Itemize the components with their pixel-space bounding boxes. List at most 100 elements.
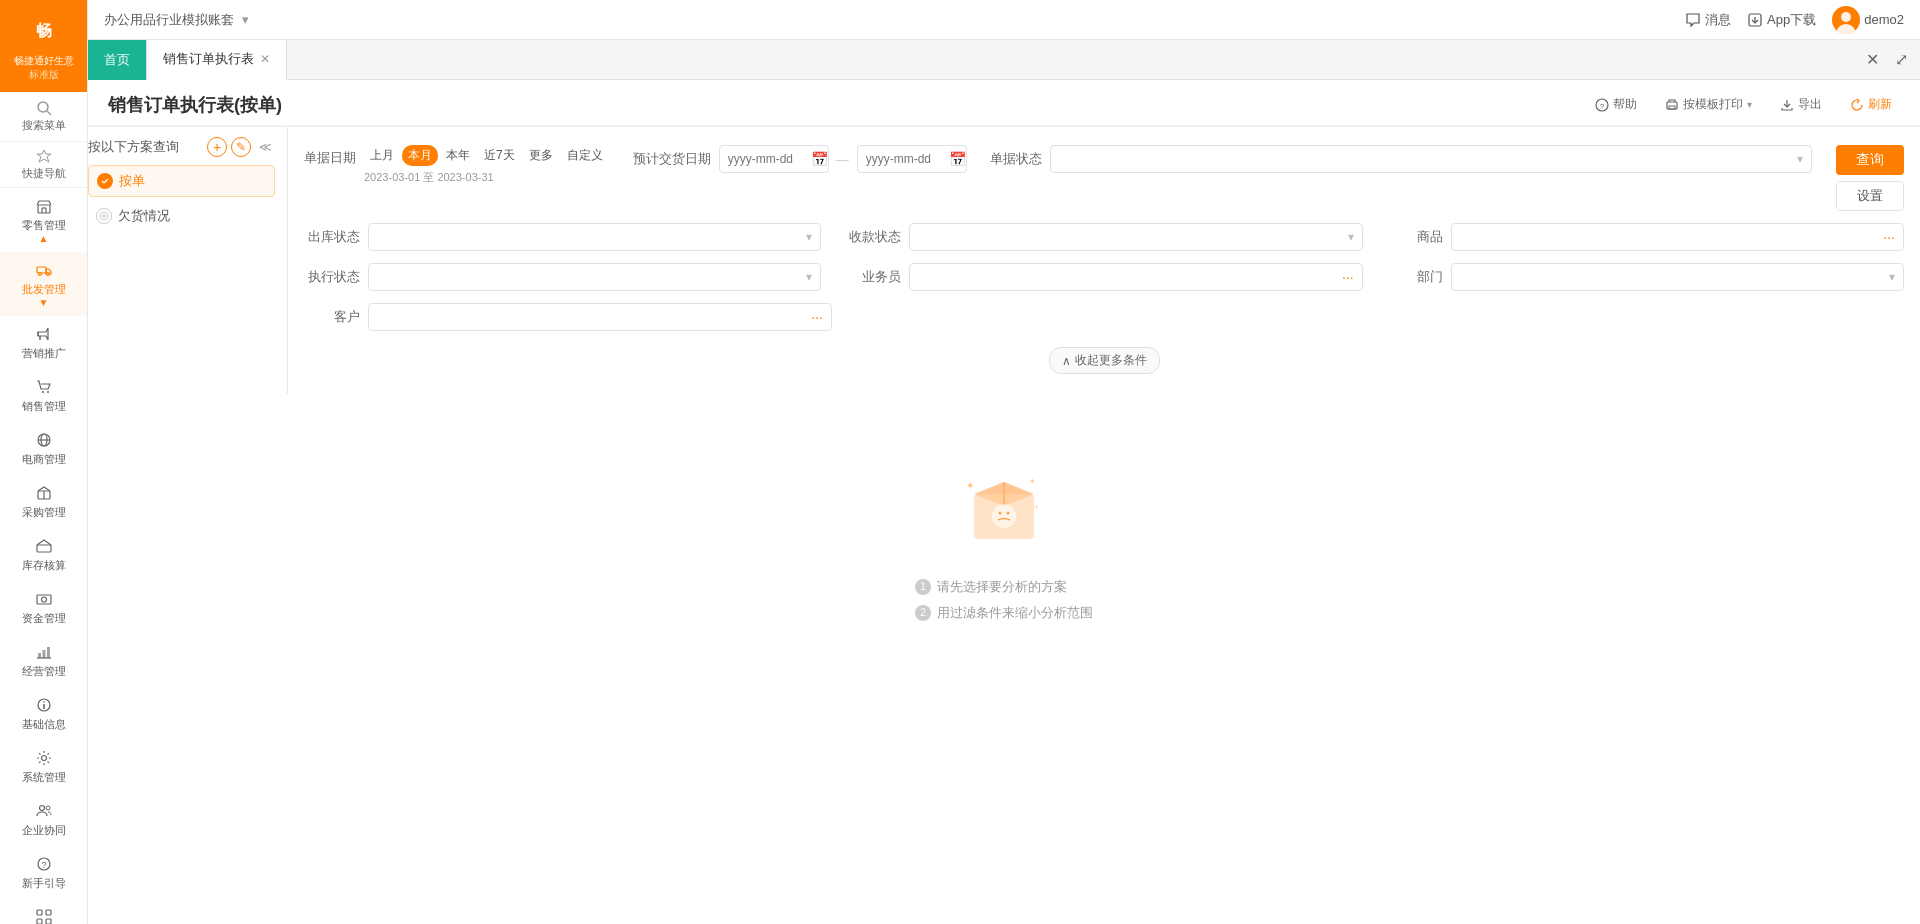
date-btn-this-month[interactable]: 本月 [402, 145, 438, 166]
svg-point-10 [38, 273, 41, 276]
plan-item-欠货情况-label: 欠货情况 [118, 207, 170, 225]
empty-tip1-text: 请先选择要分析的方案 [937, 574, 1067, 600]
svg-point-46 [1841, 12, 1851, 22]
svg-marker-4 [37, 150, 51, 162]
message-btn[interactable]: 消息 [1685, 11, 1731, 29]
logo-icon: 畅 [24, 10, 64, 52]
calendar-icon-start[interactable]: 📅 [811, 151, 828, 167]
sidebar-guide-label: 新手引导 [22, 876, 66, 891]
collapse-up-icon: ∧ [1062, 354, 1071, 368]
svg-rect-22 [37, 595, 51, 604]
goods-select[interactable]: ··· [1451, 223, 1904, 251]
tab-home[interactable]: 首页 [88, 40, 147, 80]
sidebar-item-system[interactable]: 系统管理 [0, 740, 87, 793]
sidebar-item-sales[interactable]: 销售管理 [0, 369, 87, 422]
svg-point-30 [43, 701, 45, 703]
calendar-icon-end[interactable]: 📅 [949, 151, 966, 167]
sidebar-item-operation[interactable]: 经营管理 [0, 634, 87, 687]
plan-item-按单[interactable]: 按单 [88, 165, 275, 197]
salesperson-dots[interactable]: ··· [1342, 269, 1354, 285]
main-area: 办公用品行业模拟账套 ▾ 消息 App下载 demo2 首页 [88, 0, 1920, 924]
date-btn-last-month[interactable]: 上月 [364, 145, 400, 166]
sidebar-item-enterprise[interactable]: 企业协同 [0, 793, 87, 846]
print-btn[interactable]: 按模板打印 ▾ [1657, 92, 1760, 117]
date-range-text: 2023-03-01 至 2023-03-31 [364, 170, 609, 185]
help-btn[interactable]: ? 帮助 [1587, 92, 1645, 117]
money-icon [34, 589, 54, 609]
sidebar-item-marketing[interactable]: 营销推广 [0, 316, 87, 369]
svg-text:✦: ✦ [1029, 477, 1036, 486]
filter-right-content: 单据日期 上月 本月 本年 近7天 更多 自定义 2023-03-01 至 20… [288, 127, 1920, 394]
date-btn-this-year[interactable]: 本年 [440, 145, 476, 166]
sidebar-logo[interactable]: 畅 畅捷通好生意 标准版 [0, 0, 87, 92]
collect-status-select[interactable]: ▾ [909, 223, 1362, 251]
sidebar-item-retail[interactable]: 零售管理 ▲ [0, 188, 87, 252]
sidebar-item-basic[interactable]: 基础信息 [0, 687, 87, 740]
sidebar-marketing-label: 营销推广 [22, 346, 66, 361]
guide-icon: ? [34, 854, 54, 874]
add-plan-btn[interactable]: + [207, 137, 227, 157]
refresh-label: 刷新 [1868, 96, 1892, 113]
export-btn[interactable]: 导出 [1772, 92, 1830, 117]
date-filter-group: 单据日期 上月 本月 本年 近7天 更多 自定义 2023-03-01 至 20… [304, 145, 609, 185]
salesperson-select[interactable]: ··· [909, 263, 1362, 291]
export-label: 导出 [1798, 96, 1822, 113]
exec-status-select[interactable]: ▾ [368, 263, 821, 291]
cart-icon [34, 377, 54, 397]
date-btn-more[interactable]: 更多 [523, 145, 559, 166]
sidebar-item-wholesale[interactable]: 批发管理 ▼ [0, 252, 87, 316]
order-status-select[interactable]: ▾ [1050, 145, 1812, 173]
username-label: demo2 [1864, 12, 1904, 27]
expected-date-group: 预计交货日期 📅 — 📅 [633, 145, 966, 173]
breadcrumb-dropdown-icon[interactable]: ▾ [242, 12, 249, 27]
print-dropdown-icon[interactable]: ▾ [1747, 99, 1752, 110]
goods-label: 商品 [1387, 228, 1443, 246]
tab-close-all-btn[interactable]: ✕ [1862, 46, 1883, 73]
svg-rect-26 [42, 650, 45, 658]
customer-select[interactable]: ··· [368, 303, 832, 331]
svg-point-33 [46, 806, 50, 810]
sidebar-item-apps[interactable]: 应用中心 [0, 899, 87, 924]
customer-dots[interactable]: ··· [811, 309, 823, 325]
collapse-plans-btn[interactable]: ≪ [255, 137, 275, 157]
out-status-label: 出库状态 [304, 228, 360, 246]
empty-tip-2: 2 用过滤条件来缩小分析范围 [915, 600, 1093, 626]
out-status-select[interactable]: ▾ [368, 223, 821, 251]
page-content: 销售订单执行表(按单) ? 帮助 按模板打印 ▾ 导出 刷新 [88, 80, 1920, 924]
svg-point-14 [42, 391, 44, 393]
sidebar-item-ecommerce[interactable]: 电商管理 [0, 422, 87, 475]
svg-rect-38 [37, 919, 42, 924]
query-btn[interactable]: 查询 [1836, 145, 1904, 175]
plan-item-欠货情况[interactable]: 欠货情况 [88, 201, 275, 231]
empty-illustration: ✦ ✦ ✦ [954, 454, 1054, 554]
sidebar-item-quick-nav[interactable]: 快捷导航 [0, 142, 87, 188]
user-area[interactable]: demo2 [1832, 6, 1904, 34]
tab-sales-order[interactable]: 销售订单执行表 ✕ [147, 40, 287, 80]
sidebar-item-purchase[interactable]: 采购管理 [0, 475, 87, 528]
collapse-btn[interactable]: ∧ 收起更多条件 [1049, 347, 1160, 374]
date-btn-custom[interactable]: 自定义 [561, 145, 609, 166]
settings-btn[interactable]: 设置 [1836, 181, 1904, 211]
sidebar-item-finance[interactable]: 资金管理 [0, 581, 87, 634]
svg-point-2 [38, 102, 48, 112]
date-btn-7days[interactable]: 近7天 [478, 145, 521, 166]
svg-point-62 [1007, 512, 1010, 515]
tab-maximize-btn[interactable]: ⤢ [1891, 46, 1912, 73]
download-btn[interactable]: App下载 [1747, 11, 1816, 29]
sidebar-item-inventory[interactable]: 库存核算 [0, 528, 87, 581]
goods-dots[interactable]: ··· [1883, 229, 1895, 245]
sidebar-item-guide[interactable]: ? 新手引导 [0, 846, 87, 899]
tab-close-icon[interactable]: ✕ [260, 52, 270, 66]
refresh-btn[interactable]: 刷新 [1842, 92, 1900, 117]
svg-point-31 [41, 756, 46, 761]
svg-rect-37 [46, 910, 51, 915]
filter-left-panel: 按以下方案查询 + ✎ ≪ 按单 [88, 127, 288, 394]
edit-plan-btn[interactable]: ✎ [231, 137, 251, 157]
collapse-row: ∧ 收起更多条件 [304, 343, 1904, 382]
dept-select[interactable]: ▾ [1451, 263, 1904, 291]
exec-status-label: 执行状态 [304, 268, 360, 286]
empty-tip-1: 1 请先选择要分析的方案 [915, 574, 1093, 600]
megaphone-icon [34, 324, 54, 344]
sidebar-item-search[interactable]: 搜索菜单 [0, 92, 87, 142]
sidebar-quicknav-label: 快捷导航 [22, 166, 66, 181]
